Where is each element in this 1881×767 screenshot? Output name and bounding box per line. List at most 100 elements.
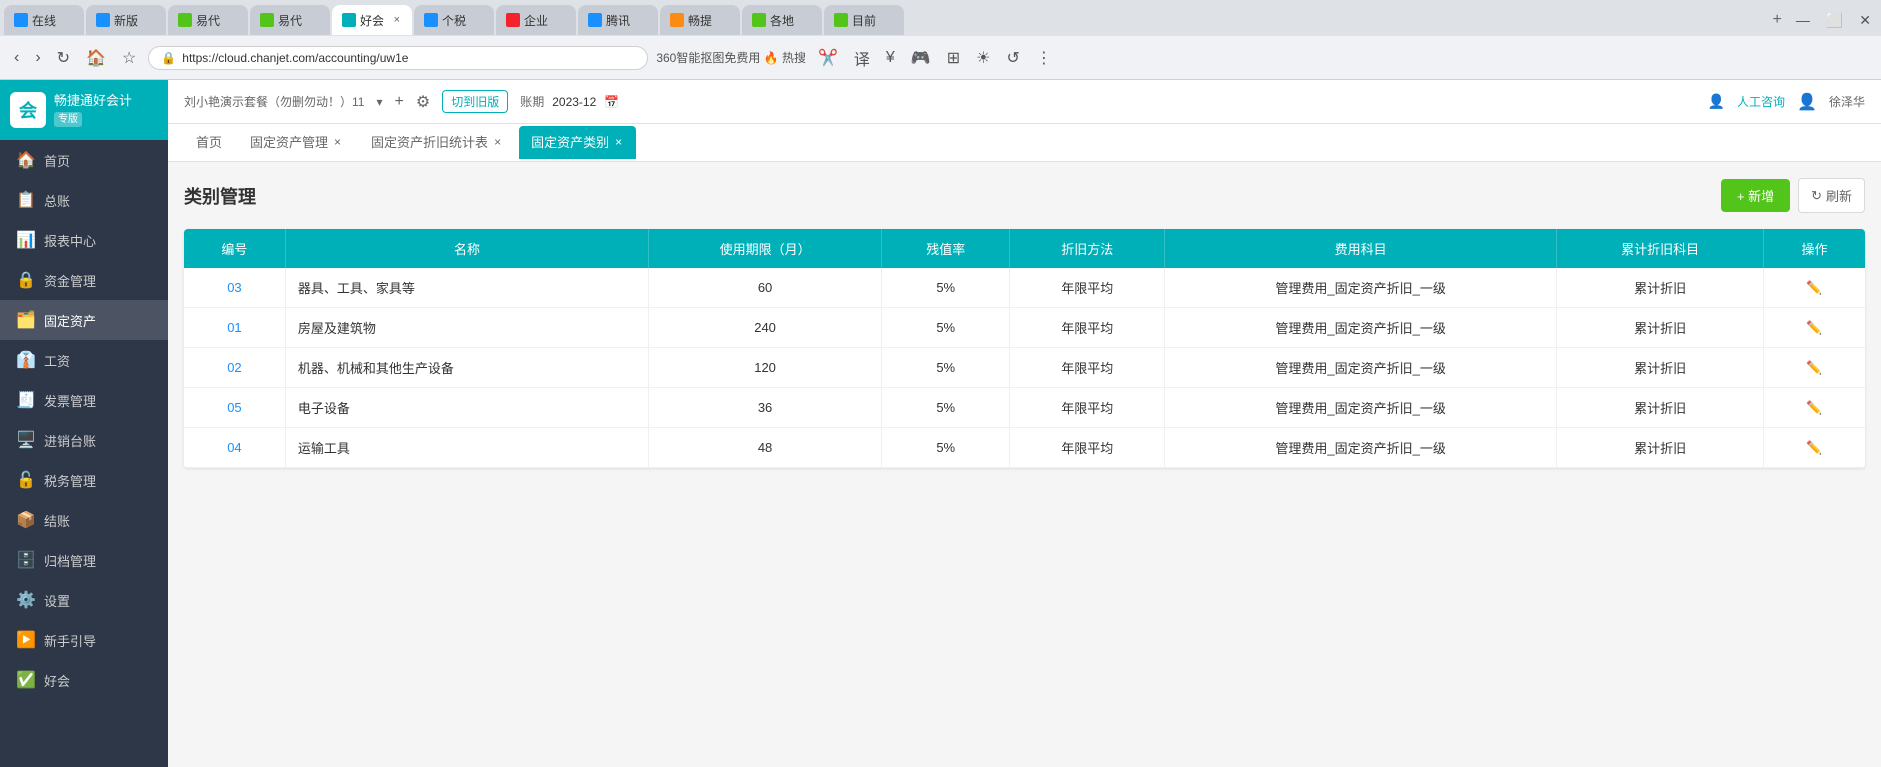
user-demo-info: 刘小艳演示套餐（勿删勿动！）11 xyxy=(184,93,364,110)
browser-tab-5[interactable]: 个税 xyxy=(414,5,494,35)
sidebar-item-税务管理[interactable]: 🔓税务管理 xyxy=(0,460,168,500)
browser-tab-favicon-3 xyxy=(260,13,274,27)
sidebar-item-资金管理[interactable]: 🔒资金管理 xyxy=(0,260,168,300)
sidebar-item-首页[interactable]: 🏠首页 xyxy=(0,140,168,180)
browser-tab-favicon-8 xyxy=(670,13,684,27)
sidebar-item-进销台账[interactable]: 🖥️进销台账 xyxy=(0,420,168,460)
extension-history[interactable]: ↺ xyxy=(1002,46,1023,70)
forward-button[interactable]: › xyxy=(31,47,44,69)
browser-menu-button[interactable]: ⋮ xyxy=(1032,46,1056,70)
table-cell-0-5: 管理费用_固定资产折旧_一级 xyxy=(1165,268,1557,308)
sidebar-item-固定资产[interactable]: 🗂️固定资产 xyxy=(0,300,168,340)
page-tab-close-2[interactable]: × xyxy=(492,134,503,150)
back-button[interactable]: ‹ xyxy=(10,47,23,69)
period-label: 账期 xyxy=(520,93,544,110)
support-label[interactable]: 人工咨询 xyxy=(1737,93,1785,110)
sidebar-label-9: 结账 xyxy=(44,511,70,530)
browser-tab-favicon-2 xyxy=(178,13,192,27)
table-cell-4-2: 48 xyxy=(649,428,882,468)
table-header-2: 使用期限（月） xyxy=(649,229,882,268)
browser-tab-2[interactable]: 易代 xyxy=(168,5,248,35)
sidebar-icon-6: 🧾 xyxy=(16,390,36,410)
table-header-row: 编号名称使用期限（月）残值率折旧方法费用科目累计折旧科目操作 xyxy=(184,229,1865,268)
page-tab-2[interactable]: 固定资产折旧统计表 × xyxy=(359,126,515,159)
page-body: 类别管理 + 新增 ↻ 刷新 编号名称使用期限（月）残值率折旧方法费用科目累计折… xyxy=(168,162,1881,767)
table-cell-1-1: 房屋及建筑物 xyxy=(285,308,648,348)
table-header-0: 编号 xyxy=(184,229,285,268)
page-tab-close-1[interactable]: × xyxy=(332,134,343,150)
browser-tab-favicon-5 xyxy=(424,13,438,27)
switch-old-version-button[interactable]: 切到旧版 xyxy=(442,90,508,113)
extension-grid[interactable]: ⊞ xyxy=(943,46,964,70)
browser-tab-10[interactable]: 目前 xyxy=(824,5,904,35)
sidebar-item-好会[interactable]: ✅好会 xyxy=(0,660,168,700)
add-demo-button[interactable]: + xyxy=(395,93,404,111)
page-tab-label-0: 首页 xyxy=(196,132,222,151)
browser-tab-close-4[interactable]: × xyxy=(392,13,402,27)
browser-tab-1[interactable]: 新版 xyxy=(86,5,166,35)
extension-translate[interactable]: 译 xyxy=(850,44,874,72)
browser-tab-8[interactable]: 畅提 xyxy=(660,5,740,35)
page-tab-close-3[interactable]: × xyxy=(613,134,624,150)
table-cell-1-6: 累计折旧 xyxy=(1557,308,1764,348)
sidebar-item-归档管理[interactable]: 🗄️归档管理 xyxy=(0,540,168,580)
page-tab-label-3: 固定资产类别 xyxy=(531,132,609,151)
add-new-button[interactable]: + 新增 xyxy=(1721,179,1790,212)
sidebar-item-工资[interactable]: 👔工资 xyxy=(0,340,168,380)
refresh-button[interactable]: ↻ 刷新 xyxy=(1798,178,1865,213)
home-button[interactable]: 🏠 xyxy=(82,46,110,70)
browser-tab-favicon-10 xyxy=(834,13,848,27)
bookmark-button[interactable]: ☆ xyxy=(118,46,140,70)
edit-button-row-1[interactable]: ✏️ xyxy=(1764,308,1865,348)
browser-tab-7[interactable]: 腾讯 xyxy=(578,5,658,35)
edit-button-row-3[interactable]: ✏️ xyxy=(1764,388,1865,428)
table-cell-2-4: 年限平均 xyxy=(1010,348,1165,388)
page-tab-1[interactable]: 固定资产管理 × xyxy=(238,126,355,159)
settings-gear-button[interactable]: ⚙ xyxy=(416,92,430,112)
page-tab-label-2: 固定资产折旧统计表 xyxy=(371,132,488,151)
sidebar-item-设置[interactable]: ⚙️设置 xyxy=(0,580,168,620)
table-header-1: 名称 xyxy=(285,229,648,268)
header-actions: + 新增 ↻ 刷新 xyxy=(1721,178,1865,213)
browser-tab-label-9: 各地 xyxy=(770,12,794,29)
page-tab-3[interactable]: 固定资产类别 × xyxy=(519,126,636,159)
browser-tab-favicon-7 xyxy=(588,13,602,27)
sidebar-icon-10: 🗄️ xyxy=(16,550,36,570)
extension-game[interactable]: 🎮 xyxy=(907,46,935,70)
browser-tab-0[interactable]: 在线 xyxy=(4,5,84,35)
close-window-button[interactable]: ✕ xyxy=(1853,10,1877,31)
browser-tab-6[interactable]: 企业 xyxy=(496,5,576,35)
calendar-icon[interactable]: 📅 xyxy=(604,95,619,109)
sidebar-item-报表中心[interactable]: 📊报表中心 xyxy=(0,220,168,260)
browser-tab-3[interactable]: 易代 xyxy=(250,5,330,35)
browser-tab-4[interactable]: 好会× xyxy=(332,5,412,35)
page-tabs-container: 首页固定资产管理 ×固定资产折旧统计表 ×固定资产类别 × xyxy=(184,126,636,159)
sidebar-item-发票管理[interactable]: 🧾发票管理 xyxy=(0,380,168,420)
extension-brightness[interactable]: ☀ xyxy=(972,46,994,70)
reload-button[interactable]: ↻ xyxy=(53,46,74,70)
address-bar[interactable]: 🔒 https://cloud.chanjet.com/accounting/u… xyxy=(148,46,648,70)
sidebar-item-结账[interactable]: 📦结账 xyxy=(0,500,168,540)
minimize-button[interactable]: — xyxy=(1790,10,1816,30)
browser-chrome: 在线新版易代易代好会×个税企业腾讯畅提各地目前 + — ⬜ ✕ ‹ › ↻ 🏠 … xyxy=(0,0,1881,80)
extension-scissors[interactable]: ✂️ xyxy=(814,46,842,70)
page-tab-0[interactable]: 首页 xyxy=(184,126,234,159)
sidebar-item-新手引导[interactable]: ▶️新手引导 xyxy=(0,620,168,660)
edit-button-row-4[interactable]: ✏️ xyxy=(1764,428,1865,468)
edit-button-row-0[interactable]: ✏️ xyxy=(1764,268,1865,308)
extension-wallet[interactable]: ¥ xyxy=(882,47,899,69)
browser-tab-label-5: 个税 xyxy=(442,12,466,29)
browser-toolbar: ‹ › ↻ 🏠 ☆ 🔒 https://cloud.chanjet.com/ac… xyxy=(0,36,1881,80)
table-cell-3-6: 累计折旧 xyxy=(1557,388,1764,428)
sidebar-icon-1: 📋 xyxy=(16,190,36,210)
new-tab-button[interactable]: + xyxy=(1766,9,1787,31)
maximize-button[interactable]: ⬜ xyxy=(1820,10,1849,31)
browser-tab-9[interactable]: 各地 xyxy=(742,5,822,35)
table-cell-2-3: 5% xyxy=(881,348,1009,388)
dropdown-arrow[interactable]: ▾ xyxy=(376,95,382,109)
table-cell-0-2: 60 xyxy=(649,268,882,308)
sidebar-item-总账[interactable]: 📋总账 xyxy=(0,180,168,220)
search-hint-text: 360智能抠图免费用 🔥 热搜 xyxy=(656,49,806,66)
edit-button-row-2[interactable]: ✏️ xyxy=(1764,348,1865,388)
sidebar-icon-5: 👔 xyxy=(16,350,36,370)
